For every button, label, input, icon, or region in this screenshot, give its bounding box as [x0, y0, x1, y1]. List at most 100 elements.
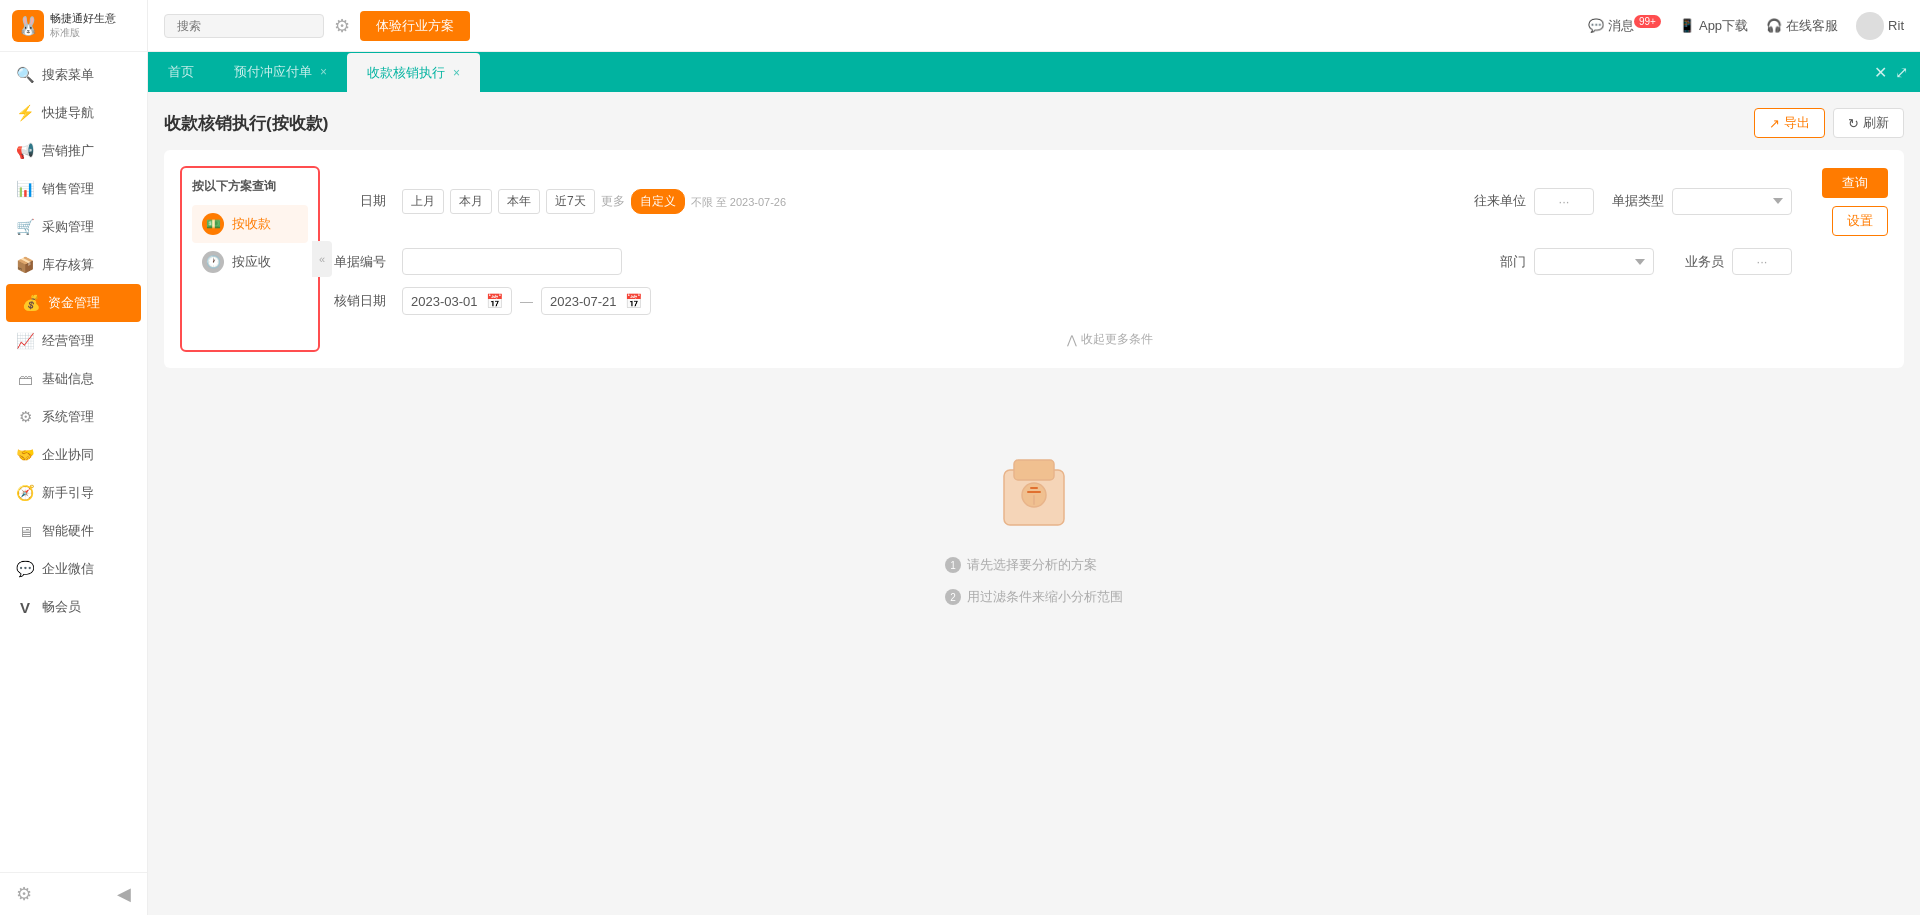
avatar	[1856, 12, 1884, 40]
footer-collapse-icon[interactable]: ◀	[117, 883, 131, 905]
doc-no-input[interactable]	[402, 248, 622, 275]
sidebar-item-basic[interactable]: 🗃 基础信息	[0, 360, 147, 398]
verify-date-label: 核销日期	[332, 292, 386, 310]
message-label: 消息	[1608, 17, 1634, 35]
online-service-button[interactable]: 🎧 在线客服	[1766, 17, 1838, 35]
user-profile[interactable]: Rit	[1856, 12, 1904, 40]
filter-sidebar-collapse-btn[interactable]: «	[312, 241, 332, 277]
date-btn-custom[interactable]: 自定义	[631, 189, 685, 214]
calendar-icon: 📅	[486, 293, 503, 309]
sidebar-nav: 🔍 搜索菜单 ⚡ 快捷导航 📢 营销推广 📊 销售管理 🛒 采购管理 📦 库存核…	[0, 52, 147, 872]
filter-option-label: 按应收	[232, 253, 271, 271]
counterpart-label: 往来单位	[1472, 192, 1526, 210]
app-download-button[interactable]: 📱 App下载	[1679, 17, 1748, 35]
tab-home[interactable]: 首页	[148, 52, 214, 92]
employee-label: 业务员	[1670, 253, 1724, 271]
sidebar-item-collab[interactable]: 🤝 企业协同	[0, 436, 147, 474]
date-btn-last-month[interactable]: 上月	[402, 189, 444, 214]
date-separator: —	[520, 294, 533, 309]
sidebar-item-label: 智能硬件	[42, 522, 94, 540]
message-button[interactable]: 💬 消息 99+	[1588, 17, 1661, 35]
topbar: ⚙ 体验行业方案 💬 消息 99+ 📱 App下载 🎧 在线客服 Rit	[148, 0, 1920, 52]
empty-state: 1 请先选择要分析的方案 2 用过滤条件来缩小分析范围	[164, 380, 1904, 670]
calendar-icon-2: 📅	[625, 293, 642, 309]
basic-icon: 🗃	[16, 371, 34, 388]
sidebar-item-label: 快捷导航	[42, 104, 94, 122]
search-icon: 🔍	[16, 66, 34, 84]
tab-window-controls: ✕ ⤢	[1874, 63, 1920, 82]
date-btn-this-year[interactable]: 本年	[498, 189, 540, 214]
sidebar-item-system[interactable]: ⚙ 系统管理	[0, 398, 147, 436]
app-name: 畅捷通好生意	[50, 11, 116, 26]
sidebar-item-label: 畅会员	[42, 598, 81, 616]
sidebar-item-label: 搜索菜单	[42, 66, 94, 84]
query-row-2: 单据编号 部门 业务员 ···	[332, 248, 1888, 275]
tab-collection-label: 收款核销执行	[367, 64, 445, 82]
dept-select[interactable]	[1534, 248, 1654, 275]
export-button[interactable]: ↗ 导出	[1754, 108, 1825, 138]
window-expand-icon[interactable]: ⤢	[1895, 63, 1908, 82]
refresh-button[interactable]: ↻ 刷新	[1833, 108, 1904, 138]
counterpart-input[interactable]: ···	[1534, 188, 1594, 215]
guide-icon: 🧭	[16, 484, 34, 502]
doc-type-select[interactable]	[1672, 188, 1792, 215]
sidebar-item-finance[interactable]: 💰 资金管理	[6, 284, 141, 322]
sales-icon: 📊	[16, 180, 34, 198]
collapse-conditions-label: 收起更多条件	[1081, 331, 1153, 348]
collapse-icon: «	[319, 253, 325, 265]
date-filters: 上月 本月 本年 近7天 更多 自定义 不限 至 2023-07-26	[402, 189, 786, 214]
date-label: 日期	[332, 192, 386, 210]
export-icon: ↗	[1769, 116, 1780, 131]
sidebar-item-hardware[interactable]: 🖥 智能硬件	[0, 512, 147, 550]
empty-step-2-text: 用过滤条件来缩小分析范围	[967, 584, 1123, 610]
sidebar-item-purchase[interactable]: 🛒 采购管理	[0, 208, 147, 246]
empty-steps: 1 请先选择要分析的方案 2 用过滤条件来缩小分析范围	[945, 552, 1123, 610]
sidebar-item-wecom[interactable]: 💬 企业微信	[0, 550, 147, 588]
verify-end-date[interactable]: 2023-07-21 📅	[541, 287, 651, 315]
query-button[interactable]: 查询	[1822, 168, 1888, 198]
filter-option-by-receipt[interactable]: 💵 按收款	[192, 205, 308, 243]
setting-button[interactable]: 设置	[1832, 206, 1888, 236]
employee-input[interactable]: ···	[1732, 248, 1792, 275]
footer-settings-icon[interactable]: ⚙	[16, 883, 32, 905]
filter-option-by-receivable[interactable]: 🕐 按应收	[192, 243, 308, 281]
doc-no-label: 单据编号	[332, 253, 386, 271]
tab-prepay-close[interactable]: ×	[320, 65, 327, 79]
inventory-icon: 📦	[16, 256, 34, 274]
date-btn-this-month[interactable]: 本月	[450, 189, 492, 214]
sidebar: 🐰 畅捷通好生意 标准版 🔍 搜索菜单 ⚡ 快捷导航 📢 营销推广 📊 销售管理…	[0, 0, 148, 915]
topbar-search-input[interactable]	[164, 14, 324, 38]
sidebar-item-label: 资金管理	[48, 294, 100, 312]
date-more-label[interactable]: 更多	[601, 193, 625, 210]
collapse-arrow-icon: ⋀	[1067, 333, 1077, 347]
sidebar-item-member[interactable]: V 畅会员	[0, 588, 147, 626]
hardware-icon: 🖥	[16, 523, 34, 540]
empty-step-2: 2 用过滤条件来缩小分析范围	[945, 584, 1123, 610]
sidebar-item-quicknav[interactable]: ⚡ 快捷导航	[0, 94, 147, 132]
sidebar-item-sales[interactable]: 📊 销售管理	[0, 170, 147, 208]
sidebar-item-label: 新手引导	[42, 484, 94, 502]
svg-rect-1	[1014, 460, 1054, 480]
sidebar-item-marketing[interactable]: 📢 营销推广	[0, 132, 147, 170]
collab-icon: 🤝	[16, 446, 34, 464]
tab-collection-close[interactable]: ×	[453, 66, 460, 80]
message-badge: 99+	[1634, 15, 1661, 28]
finance-icon: 💰	[22, 294, 40, 312]
tab-collection[interactable]: 收款核销执行 ×	[347, 53, 480, 93]
topbar-gear-icon[interactable]: ⚙	[334, 15, 350, 37]
tab-home-label: 首页	[168, 63, 194, 81]
query-row-3: 核销日期 2023-03-01 📅 — 2023-07-21 📅	[332, 287, 1888, 315]
window-close-icon[interactable]: ✕	[1874, 63, 1887, 82]
industry-solution-button[interactable]: 体验行业方案	[360, 11, 470, 41]
sidebar-item-inventory[interactable]: 📦 库存核算	[0, 246, 147, 284]
verify-start-date[interactable]: 2023-03-01 📅	[402, 287, 512, 315]
sidebar-item-guide[interactable]: 🧭 新手引导	[0, 474, 147, 512]
sidebar-item-management[interactable]: 📈 经营管理	[0, 322, 147, 360]
filter-option-label: 按收款	[232, 215, 271, 233]
sidebar-item-search[interactable]: 🔍 搜索菜单	[0, 56, 147, 94]
sidebar-item-label: 企业协同	[42, 446, 94, 464]
date-btn-7days[interactable]: 近7天	[546, 189, 595, 214]
empty-step-1: 1 请先选择要分析的方案	[945, 552, 1123, 578]
collapse-conditions-btn[interactable]: ⋀ 收起更多条件	[332, 327, 1888, 352]
tab-prepay[interactable]: 预付冲应付单 ×	[214, 52, 347, 92]
